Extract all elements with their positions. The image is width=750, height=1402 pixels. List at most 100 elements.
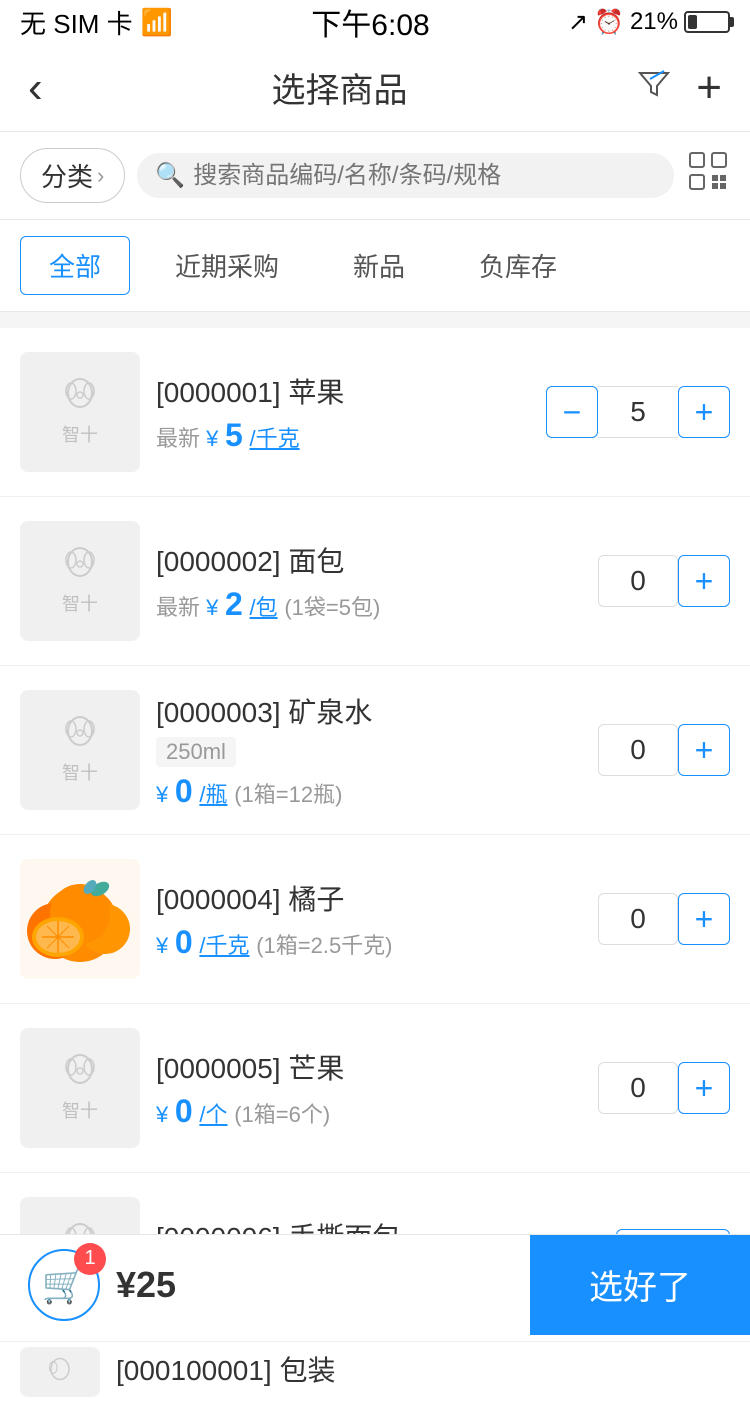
cart-amount: ¥25 bbox=[116, 1264, 176, 1306]
brand-watermark: 智十 bbox=[62, 421, 98, 447]
tab-bar: 全部 近期采购 新品 负库存 bbox=[0, 220, 750, 312]
product-price: 最新 ¥ 5 /千克 bbox=[156, 417, 530, 454]
price-currency: ¥ bbox=[156, 782, 168, 807]
quantity-increase-button[interactable]: + bbox=[678, 555, 730, 607]
status-bar: 无 SIM 卡 📶 下午6:08 ↗ ⏰ 21% bbox=[0, 0, 750, 44]
page-title: 选择商品 bbox=[271, 63, 407, 112]
product-name: [0000004] 橘子 bbox=[156, 878, 582, 918]
bottom-bar: 🛒 1 ¥25 选好了 bbox=[0, 1234, 750, 1334]
wifi-icon: 📶 bbox=[141, 7, 173, 38]
quantity-control: + bbox=[598, 1062, 730, 1114]
price-value: 0 bbox=[175, 773, 193, 809]
product-info: [0000003] 矿泉水 250ml ¥ 0 /瓶 (1箱=12瓶) bbox=[156, 691, 582, 810]
tab-recent[interactable]: 近期采购 bbox=[146, 236, 308, 295]
price-box-info: (1箱=6个) bbox=[234, 1102, 330, 1127]
scan-icon[interactable] bbox=[686, 149, 730, 202]
price-unit: /瓶 bbox=[199, 782, 227, 807]
tab-all[interactable]: 全部 bbox=[20, 236, 130, 295]
search-input[interactable] bbox=[193, 162, 656, 190]
brand-watermark: 智十 bbox=[62, 1097, 98, 1123]
filter-icon[interactable] bbox=[636, 65, 672, 110]
quantity-increase-button[interactable]: + bbox=[678, 386, 730, 438]
price-unit: /包 bbox=[250, 595, 278, 620]
product-name: [000100001] 包装 bbox=[116, 1349, 730, 1389]
back-button[interactable]: ‹ bbox=[28, 63, 43, 113]
price-label: 最新 bbox=[156, 595, 206, 620]
product-info: [0000005] 芒果 ¥ 0 /个 (1箱=6个) bbox=[156, 1047, 582, 1130]
battery-icon bbox=[684, 11, 730, 33]
product-item: 智十 [0000003] 矿泉水 250ml ¥ 0 /瓶 (1箱=12瓶) + bbox=[0, 666, 750, 835]
product-name: [0000003] 矿泉水 bbox=[156, 691, 582, 731]
category-button[interactable]: 分类 › bbox=[20, 148, 125, 203]
price-box-info: (1袋=5包) bbox=[284, 595, 380, 620]
search-icon: 🔍 bbox=[155, 161, 185, 190]
brand-watermark: 智十 bbox=[62, 759, 98, 785]
price-box-info: (1箱=12瓶) bbox=[234, 782, 342, 807]
divider bbox=[0, 312, 750, 328]
quantity-decrease-button[interactable]: − bbox=[546, 386, 598, 438]
cart-icon-wrap[interactable]: 🛒 1 bbox=[28, 1249, 100, 1321]
product-image: 智十 bbox=[20, 352, 140, 472]
product-image: 智十 bbox=[20, 1028, 140, 1148]
price-currency: ¥ bbox=[156, 1102, 168, 1127]
add-button[interactable]: + bbox=[696, 63, 722, 113]
price-unit: /千克 bbox=[250, 426, 300, 451]
product-item: 智十 [0000001] 苹果 最新 ¥ 5 /千克 − + bbox=[0, 328, 750, 497]
quantity-control: + bbox=[598, 893, 730, 945]
product-image bbox=[20, 1347, 100, 1397]
product-image: 智十 bbox=[20, 521, 140, 641]
quantity-control: − + bbox=[546, 386, 730, 438]
quantity-increase-button[interactable]: + bbox=[678, 724, 730, 776]
quantity-input[interactable] bbox=[598, 893, 678, 945]
tab-new[interactable]: 新品 bbox=[324, 236, 434, 295]
price-box-info: (1箱=2.5千克) bbox=[256, 933, 392, 958]
brand-watermark: 智十 bbox=[62, 590, 98, 616]
product-item: 智十 [0000002] 面包 最新 ¥ 2 /包 (1袋=5包) + bbox=[0, 497, 750, 666]
product-item: 智十 [0000005] 芒果 ¥ 0 /个 (1箱=6个) + bbox=[0, 1004, 750, 1173]
product-price: ¥ 0 /瓶 (1箱=12瓶) bbox=[156, 773, 582, 810]
product-info: [0000002] 面包 最新 ¥ 2 /包 (1袋=5包) bbox=[156, 540, 582, 623]
quantity-control: + bbox=[598, 555, 730, 607]
price-currency: ¥ bbox=[156, 933, 168, 958]
product-price: 最新 ¥ 2 /包 (1袋=5包) bbox=[156, 586, 582, 623]
confirm-button[interactable]: 选好了 bbox=[530, 1235, 750, 1335]
price-currency: ¥ bbox=[206, 426, 218, 451]
price-unit: /个 bbox=[199, 1102, 227, 1127]
price-value: 5 bbox=[225, 417, 243, 453]
quantity-increase-button[interactable]: + bbox=[678, 893, 730, 945]
product-info: [000100001] 包装 bbox=[116, 1349, 730, 1395]
carrier-label: 无 SIM 卡 bbox=[20, 4, 133, 41]
quantity-control: + bbox=[598, 724, 730, 776]
quantity-input[interactable] bbox=[598, 386, 678, 438]
filter-bar: 分类 › 🔍 bbox=[0, 132, 750, 220]
header-actions: + bbox=[636, 63, 722, 113]
battery-percent: 21% bbox=[630, 8, 678, 36]
product-name: [0000001] 苹果 bbox=[156, 371, 530, 411]
product-item-partial: [000100001] 包装 bbox=[0, 1342, 750, 1402]
status-left: 无 SIM 卡 📶 bbox=[20, 4, 173, 41]
price-unit: /千克 bbox=[199, 933, 249, 958]
product-image bbox=[20, 859, 140, 979]
product-image: 智十 bbox=[20, 690, 140, 810]
quantity-input[interactable] bbox=[598, 1062, 678, 1114]
status-time: 下午6:08 bbox=[311, 0, 429, 44]
product-info: [0000001] 苹果 最新 ¥ 5 /千克 bbox=[156, 371, 530, 454]
cart-section: 🛒 1 ¥25 bbox=[0, 1249, 530, 1321]
product-name: [0000005] 芒果 bbox=[156, 1047, 582, 1087]
product-spec: 250ml bbox=[156, 737, 236, 767]
category-label: 分类 bbox=[41, 157, 93, 194]
status-right: ↗ ⏰ 21% bbox=[568, 8, 730, 37]
price-currency: ¥ bbox=[206, 595, 218, 620]
quantity-input[interactable] bbox=[598, 555, 678, 607]
product-price: ¥ 0 /个 (1箱=6个) bbox=[156, 1093, 582, 1130]
quantity-input[interactable] bbox=[598, 724, 678, 776]
header: ‹ 选择商品 + bbox=[0, 44, 750, 132]
tab-negative[interactable]: 负库存 bbox=[450, 236, 586, 295]
category-chevron-icon: › bbox=[97, 163, 104, 189]
product-info: [0000004] 橘子 ¥ 0 /千克 (1箱=2.5千克) bbox=[156, 878, 582, 961]
quantity-increase-button[interactable]: + bbox=[678, 1062, 730, 1114]
price-value: 0 bbox=[175, 924, 193, 960]
location-icon: ↗ bbox=[568, 8, 588, 37]
price-value: 0 bbox=[175, 1093, 193, 1129]
product-name: [0000002] 面包 bbox=[156, 540, 582, 580]
